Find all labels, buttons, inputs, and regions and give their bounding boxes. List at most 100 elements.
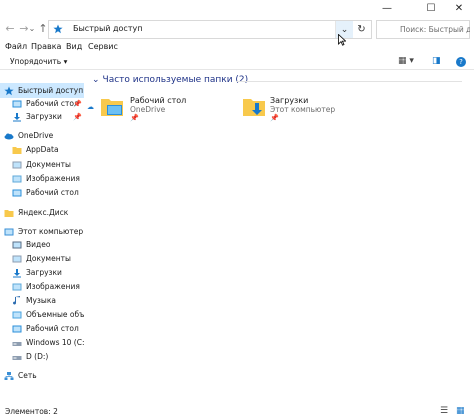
address-row: ← → ⌄ ↑ Быстрый доступ ⌄ ↻ Поиск: Быстры… <box>0 16 474 42</box>
minimize-button[interactable]: — <box>372 0 402 16</box>
sidebar-item-label: Документы <box>26 160 71 169</box>
chevron-down-icon: ⌄ <box>92 75 100 85</box>
item-count: Элементов: 2 <box>5 407 58 416</box>
network-icon <box>4 371 14 381</box>
breadcrumb[interactable]: Быстрый доступ <box>73 24 142 33</box>
mouse-cursor-icon <box>338 34 346 46</box>
tile-title: Рабочий стол <box>130 96 187 105</box>
sidebar-item[interactable]: Загрузки 📌 <box>0 109 84 124</box>
sidebar-item-label: Рабочий стол <box>26 188 79 197</box>
menu-bar: Файл Правка Вид Сервис <box>0 42 474 54</box>
group-divider <box>236 81 462 82</box>
computer-icon <box>4 227 14 237</box>
sidebar-item[interactable]: Рабочий стол <box>0 185 84 200</box>
star-icon <box>53 24 63 34</box>
address-bar[interactable]: Быстрый доступ ⌄ <box>48 20 353 39</box>
sidebar-item-label: Яндекс.Диск <box>18 208 69 217</box>
organize-button[interactable]: Упорядочить ▾ <box>10 57 67 66</box>
back-button[interactable]: ← <box>3 21 17 35</box>
sidebar-item[interactable]: Музыка <box>0 293 84 308</box>
folder-tile-downloads[interactable]: Загрузки Этот компьютер 📌 <box>242 94 372 130</box>
folder-tile-desktop[interactable]: ☁ Рабочий стол OneDrive 📌 <box>87 94 220 130</box>
refresh-button[interactable]: ↻ <box>352 20 372 39</box>
pin-icon: 📌 <box>130 114 139 122</box>
downloads-icon <box>12 268 22 278</box>
drive-icon <box>12 352 22 362</box>
desktop-icon <box>12 188 22 198</box>
sidebar-item-label: Рабочий стол <box>26 99 79 108</box>
content-area: ⌄ Часто используемые папки (2) ☁ Рабочий … <box>86 72 474 402</box>
command-bar: Упорядочить ▾ ▦ ▾ ◨ ? <box>0 54 474 70</box>
details-view-button[interactable]: ☰ <box>440 406 448 416</box>
sidebar-item[interactable]: Загрузки <box>0 265 84 280</box>
cloud-icon <box>4 131 14 141</box>
sidebar-item-label: Загрузки <box>26 268 62 277</box>
navigation-scrollbar[interactable] <box>82 78 84 404</box>
close-button[interactable]: ✕ <box>444 0 474 16</box>
status-bar: Элементов: 2 ☰ ▦ <box>0 404 474 419</box>
star-icon <box>4 86 14 96</box>
music-icon <box>12 295 22 306</box>
sidebar-item-label: OneDrive <box>18 131 54 140</box>
group-header-label: Часто используемые папки (2) <box>102 75 249 85</box>
sidebar-item[interactable]: Документы <box>0 251 84 266</box>
sidebar-item[interactable]: Изображения <box>0 171 84 186</box>
tile-title: Загрузки <box>270 96 309 105</box>
recent-locations-button[interactable]: ⌄ <box>28 21 36 35</box>
folder-icon <box>12 145 22 155</box>
sidebar-item-label: Изображения <box>26 282 80 291</box>
pin-icon: 📌 <box>73 112 82 121</box>
preview-pane-button[interactable]: ◨ <box>432 56 441 66</box>
change-view-button[interactable]: ▦ ▾ <box>398 56 414 66</box>
documents-icon <box>12 254 22 264</box>
tile-subtitle: Этот компьютер <box>270 105 336 114</box>
search-box[interactable]: Поиск: Быстрый доступ <box>376 20 470 39</box>
sidebar-item[interactable]: Изображения <box>0 279 84 294</box>
drive-c-icon <box>12 338 22 348</box>
sidebar-item[interactable]: Видео <box>0 237 84 252</box>
sidebar-item[interactable]: Windows 10 (C:) <box>0 335 84 350</box>
title-bar: — ☐ ✕ <box>0 0 474 16</box>
sidebar-item[interactable]: Объемные объекты <box>0 307 84 322</box>
tiles-view-button[interactable]: ▦ <box>456 406 465 416</box>
help-button[interactable]: ? <box>456 57 466 67</box>
sidebar-item[interactable]: Яндекс.Диск <box>0 205 84 220</box>
sidebar-item-label: Документы <box>26 254 71 263</box>
sidebar-item-label: AppData <box>26 145 59 154</box>
sidebar-item[interactable]: AppData <box>0 142 84 157</box>
sidebar-item-label: Рабочий стол <box>26 324 79 333</box>
sidebar-item[interactable]: OneDrive <box>0 128 84 143</box>
menu-file[interactable]: Файл <box>5 42 27 51</box>
menu-service[interactable]: Сервис <box>88 42 118 51</box>
sidebar-item[interactable]: D (D:) <box>0 349 84 364</box>
tile-subtitle: OneDrive <box>130 105 166 114</box>
downloads-folder-icon <box>243 99 265 116</box>
pin-icon: 📌 <box>73 99 82 108</box>
sidebar-item-label: Загрузки <box>26 112 62 121</box>
sidebar-item[interactable]: Рабочий стол <box>0 321 84 336</box>
sidebar-item-label: Музыка <box>26 296 56 305</box>
sidebar-item-label: Изображения <box>26 174 80 183</box>
pin-icon: 📌 <box>270 114 279 122</box>
desktop-icon <box>12 324 22 334</box>
menu-edit[interactable]: Правка <box>31 42 61 51</box>
pictures-icon <box>12 174 22 184</box>
search-input[interactable]: Поиск: Быстрый доступ <box>400 25 470 34</box>
sidebar-item[interactable]: Сеть <box>0 368 84 383</box>
sidebar-item-label: Сеть <box>18 371 37 380</box>
menu-view[interactable]: Вид <box>66 42 82 51</box>
sidebar-item-label: Видео <box>26 240 51 249</box>
maximize-button[interactable]: ☐ <box>416 0 446 16</box>
sync-cloud-icon: ☁ <box>87 103 94 111</box>
sidebar-item-label: Объемные объекты <box>26 310 84 319</box>
group-header[interactable]: ⌄ Часто используемые папки (2) <box>92 75 248 85</box>
sidebar-item[interactable]: Документы <box>0 157 84 172</box>
downloads-icon <box>12 112 22 122</box>
sidebar-item-label: Быстрый доступ <box>18 86 84 95</box>
navigation-pane: Быстрый доступ Рабочий стол 📌 Загрузки 📌 OneD… <box>0 78 84 404</box>
desktop-icon <box>12 99 22 109</box>
sidebar-item-label: Этот компьютер <box>18 227 84 236</box>
documents-icon <box>12 160 22 170</box>
video-icon <box>12 240 22 250</box>
3d-objects-icon <box>12 310 22 320</box>
